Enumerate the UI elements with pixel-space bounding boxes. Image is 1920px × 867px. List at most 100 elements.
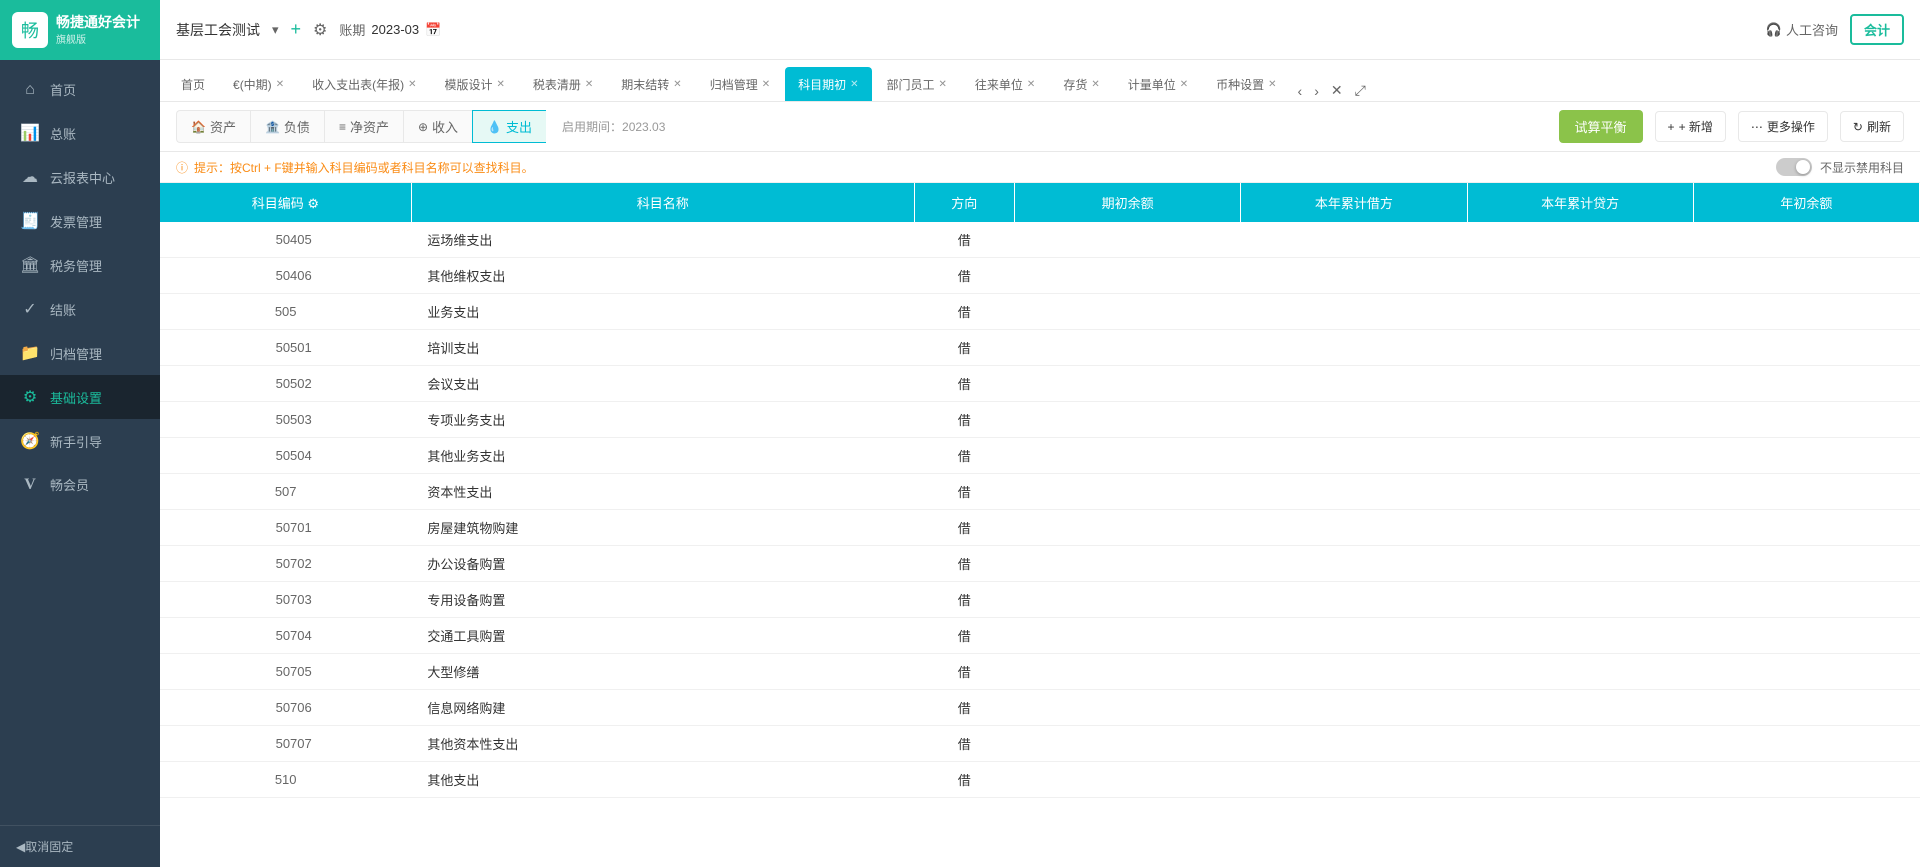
tab-period[interactable]: 期末结转 ✕ [608, 67, 694, 101]
cell-code: 50504 [160, 438, 411, 474]
table-row[interactable]: 50406 其他维权支出 借 [160, 258, 1920, 294]
table-row[interactable]: 50503 专项业务支出 借 [160, 402, 1920, 438]
cell-ytd-debit [1241, 330, 1467, 366]
table-row[interactable]: 50706 信息网络购建 借 [160, 690, 1920, 726]
account-button[interactable]: 会计 [1850, 14, 1904, 45]
cell-year-balance [1693, 546, 1919, 582]
table-row[interactable]: 50405 运场维支出 借 [160, 222, 1920, 258]
cell-code: 50705 [160, 654, 411, 690]
table-row[interactable]: 50705 大型修缮 借 [160, 654, 1920, 690]
tab-mid[interactable]: €(中期) ✕ [220, 67, 297, 101]
settings-icon: ⚙ [20, 387, 40, 407]
cell-name: 培训支出 [411, 330, 914, 366]
table-row[interactable]: 50707 其他资本性支出 借 [160, 726, 1920, 762]
topbar-dropdown-icon[interactable]: ▾ [272, 22, 279, 38]
table-row[interactable]: 50502 会议支出 借 [160, 366, 1920, 402]
filter-tab-net[interactable]: ≡ 净资产 [324, 110, 403, 143]
help-button[interactable]: 🎧 人工咨询 [1766, 20, 1838, 39]
main-content: 基层工会测试 ▾ + ⚙ 账期 2023-03 📅 🎧 人工咨询 会计 首页 €… [160, 0, 1920, 867]
tab-close-taxform[interactable]: ✕ [585, 79, 593, 90]
sidebar-item-guide[interactable]: 🧭 新手引导 [0, 419, 160, 463]
cell-code: 507 [160, 474, 411, 510]
tab-inventory[interactable]: 存货 ✕ [1050, 67, 1112, 101]
add-button[interactable]: + + 新增 [1655, 111, 1726, 142]
tabs-bar: 首页 €(中期) ✕ 收入支出表(年报) ✕ 模版设计 ✕ 税表清册 ✕ 期末结… [160, 60, 1920, 102]
more-icon: ⋯ [1751, 120, 1763, 134]
table-row[interactable]: 50504 其他业务支出 借 [160, 438, 1920, 474]
sidebar-item-checkout[interactable]: ✓ 结账 [0, 287, 160, 331]
hint-toggle[interactable]: 不显示禁用科目 [1776, 158, 1904, 176]
tab-close-measure[interactable]: ✕ [1180, 79, 1188, 90]
table-row[interactable]: 50501 培训支出 借 [160, 330, 1920, 366]
cell-balance [1015, 402, 1241, 438]
table-row[interactable]: 50703 专用设备购置 借 [160, 582, 1920, 618]
table-row[interactable]: 50704 交通工具购置 借 [160, 618, 1920, 654]
cell-dir: 借 [914, 582, 1015, 618]
tab-measure[interactable]: 计量单位 ✕ [1115, 67, 1201, 101]
tab-taxform[interactable]: 税表清册 ✕ [520, 67, 606, 101]
filter-tab-liability[interactable]: 🏦 负债 [250, 110, 324, 143]
sidebar-item-ledger[interactable]: 📊 总账 [0, 111, 160, 155]
filter-actions: 试算平衡 + + 新增 ⋯ 更多操作 ↻ 刷新 [1559, 110, 1904, 143]
cell-code: 50702 [160, 546, 411, 582]
tabs-next-button[interactable]: › [1308, 81, 1325, 101]
tab-subject[interactable]: 科目期初 ✕ [785, 67, 871, 101]
tabs-close-all-button[interactable]: ✕ [1325, 80, 1349, 101]
cell-balance [1015, 438, 1241, 474]
table-row[interactable]: 507 资本性支出 借 [160, 474, 1920, 510]
tab-home[interactable]: 首页 [168, 67, 218, 101]
table-row[interactable]: 505 业务支出 借 [160, 294, 1920, 330]
cell-ytd-credit [1467, 618, 1693, 654]
balance-button[interactable]: 试算平衡 [1559, 110, 1643, 143]
tab-template[interactable]: 模版设计 ✕ [431, 67, 517, 101]
tabs-prev-button[interactable]: ‹ [1292, 81, 1309, 101]
tab-income[interactable]: 收入支出表(年报) ✕ [299, 67, 429, 101]
tab-close-mid[interactable]: ✕ [276, 79, 284, 90]
tab-archive[interactable]: 归档管理 ✕ [697, 67, 783, 101]
sidebar-item-report[interactable]: ☁ 云报表中心 [0, 155, 160, 199]
tab-close-dept[interactable]: ✕ [939, 79, 947, 90]
net-icon: ≡ [339, 120, 346, 134]
toggle-switch[interactable] [1776, 158, 1812, 176]
filter-tab-asset[interactable]: 🏠 资产 [176, 110, 250, 143]
member-icon: V [20, 476, 40, 494]
tabs-expand-button[interactable]: ⤢ [1349, 80, 1372, 101]
filter-tab-income[interactable]: ⊕ 收入 [403, 110, 472, 143]
table-row[interactable]: 50702 办公设备购置 借 [160, 546, 1920, 582]
col-header-code[interactable]: 科目编码 ⚙ [160, 183, 411, 222]
tab-close-period[interactable]: ✕ [673, 79, 681, 90]
cell-code: 50406 [160, 258, 411, 294]
cell-year-balance [1693, 726, 1919, 762]
tab-close-subject[interactable]: ✕ [850, 79, 858, 90]
sidebar-footer-toggle[interactable]: ◀︎取消固定 [0, 825, 160, 867]
tab-unit[interactable]: 往来单位 ✕ [962, 67, 1048, 101]
cell-ytd-credit [1467, 762, 1693, 798]
tab-close-inventory[interactable]: ✕ [1091, 79, 1099, 90]
income-icon: ⊕ [418, 120, 428, 134]
topbar-settings-icon[interactable]: ⚙ [313, 20, 327, 40]
sidebar-item-member[interactable]: V 畅会员 [0, 463, 160, 506]
calendar-icon[interactable]: 📅 [425, 22, 441, 38]
tab-close-archive[interactable]: ✕ [762, 79, 770, 90]
sidebar-item-archive[interactable]: 📁 归档管理 [0, 331, 160, 375]
refresh-button[interactable]: ↻ 刷新 [1840, 111, 1904, 142]
filter-tab-expense[interactable]: 💧 支出 [472, 110, 546, 143]
sidebar-item-tax[interactable]: 🏛 税务管理 [0, 243, 160, 287]
tab-close-template[interactable]: ✕ [496, 79, 504, 90]
tab-currency[interactable]: 币种设置 ✕ [1203, 67, 1289, 101]
topbar-add-button[interactable]: + [291, 19, 302, 40]
cell-name: 专项业务支出 [411, 402, 914, 438]
tab-close-currency[interactable]: ✕ [1268, 79, 1276, 90]
table-row[interactable]: 510 其他支出 借 [160, 762, 1920, 798]
tab-close-unit[interactable]: ✕ [1027, 79, 1035, 90]
cell-year-balance [1693, 258, 1919, 294]
cell-year-balance [1693, 690, 1919, 726]
table-row[interactable]: 50701 房屋建筑物购建 借 [160, 510, 1920, 546]
tab-close-income[interactable]: ✕ [408, 79, 416, 90]
sidebar-item-invoice[interactable]: 🧾 发票管理 [0, 199, 160, 243]
cell-code: 50704 [160, 618, 411, 654]
tab-dept[interactable]: 部门员工 ✕ [874, 67, 960, 101]
more-button[interactable]: ⋯ 更多操作 [1738, 111, 1828, 142]
sidebar-item-settings[interactable]: ⚙ 基础设置 [0, 375, 160, 419]
sidebar-item-home[interactable]: ⌂ 首页 [0, 68, 160, 111]
